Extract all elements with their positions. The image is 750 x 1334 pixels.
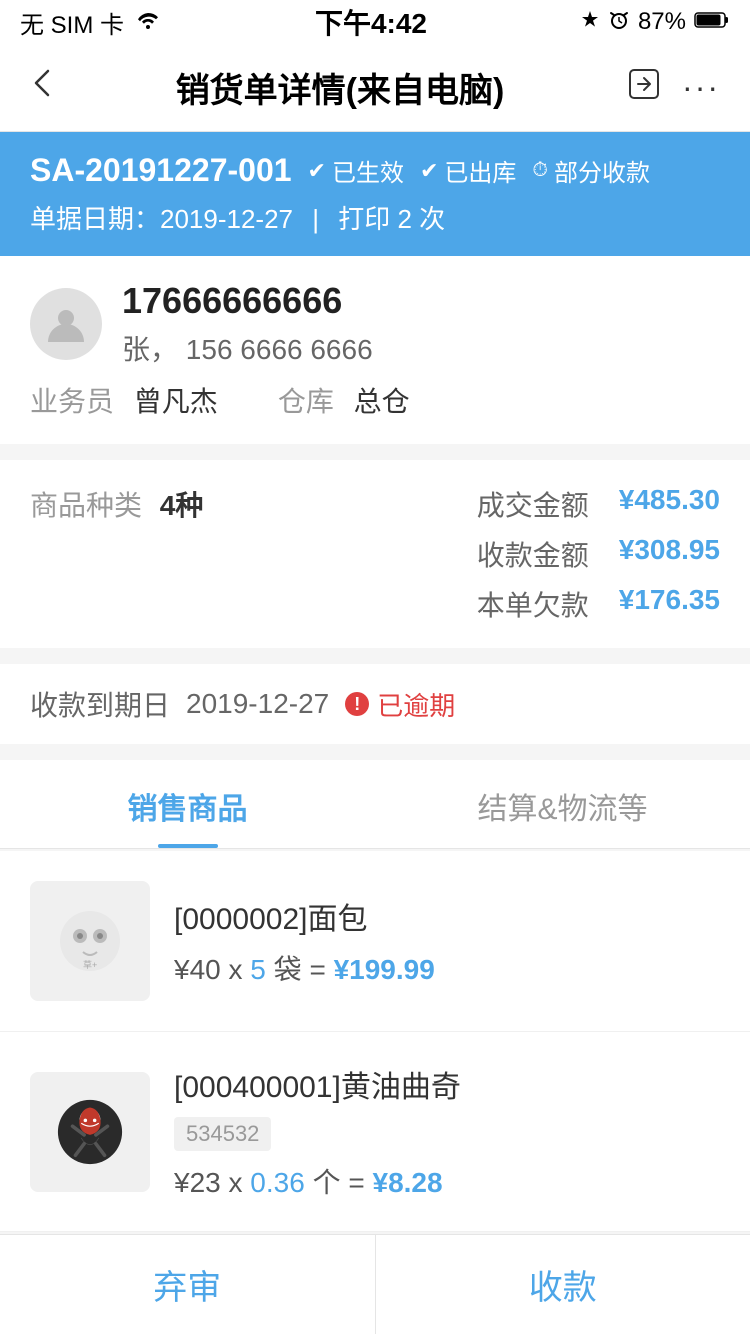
due-date-value: 2019-12-27: [186, 688, 329, 720]
product-price-bread: ¥40 x 5 袋 = ¥199.99: [174, 948, 720, 988]
status-bar-time: 下午4:42: [315, 2, 427, 42]
svg-text:草+: 草+: [83, 959, 97, 970]
customer-meta: 业务员 曾凡杰 仓库 总仓: [30, 380, 720, 420]
wifi-icon: [134, 8, 162, 36]
debt-amount-row: 本单欠款 ¥176.35: [477, 584, 720, 624]
tabs-section: 销售商品 结算&物流等: [0, 760, 750, 849]
order-banner: SA-20191227-001 ✔ 已生效 ✔ 已出库 ⏱ 部分收款 单据日期：…: [0, 132, 750, 256]
battery-icon: [694, 8, 730, 36]
product-info-bread: [0000002]面包 ¥40 x 5 袋 = ¥199.99: [174, 894, 720, 988]
product-image-cookie: [30, 1072, 150, 1192]
financial-stats: 成交金额 ¥485.30 收款金额 ¥308.95 本单欠款 ¥176.35: [477, 484, 720, 624]
share-button[interactable]: [626, 66, 662, 109]
status-bar-right: 87%: [580, 8, 730, 37]
overdue-badge: ! 已逾期: [345, 686, 455, 723]
battery-label: 87%: [638, 8, 686, 36]
alarm-icon: [608, 8, 630, 37]
status-bar: 无 SIM 卡 下午4:42 87%: [0, 0, 750, 44]
back-button[interactable]: [30, 63, 54, 112]
more-button[interactable]: ···: [682, 69, 720, 106]
cancel-audit-button[interactable]: 弃审: [0, 1235, 376, 1334]
overdue-label: 已逾期: [377, 686, 455, 723]
due-date-label: 收款到期日: [30, 684, 170, 724]
avatar: [30, 288, 102, 360]
page-title: 销货单详情(来自电脑): [176, 63, 505, 112]
nav-bar: 销货单详情(来自电脑) ···: [0, 44, 750, 132]
tab-settlement[interactable]: 结算&物流等: [375, 760, 750, 848]
customer-name: 17666666666: [122, 280, 373, 322]
product-kinds: 商品种类 4种: [30, 484, 203, 524]
product-image-bread: 草+: [30, 881, 150, 1001]
collect-payment-button[interactable]: 收款: [376, 1235, 750, 1334]
status-bar-left: 无 SIM 卡: [20, 5, 162, 40]
overdue-dot-icon: !: [345, 692, 369, 716]
product-info-cookie: [000400001]黄油曲奇 534532 ¥23 x 0.36 个 = ¥8…: [174, 1062, 720, 1201]
received-amount-row: 收款金额 ¥308.95: [477, 534, 720, 574]
status-shipped: ✔ 已出库: [420, 153, 516, 188]
location-icon: [580, 8, 600, 36]
customer-id-info: 17666666666 张， 156 6666 6666: [122, 280, 373, 368]
stats-section: 商品种类 4种 成交金额 ¥485.30 收款金额 ¥308.95 本单欠款 ¥…: [0, 460, 750, 648]
order-id: SA-20191227-001: [30, 152, 292, 189]
customer-phone: 张， 156 6666 6666: [122, 328, 373, 368]
transaction-amount-row: 成交金额 ¥485.30: [477, 484, 720, 524]
product-name-cookie: [000400001]黄油曲奇: [174, 1062, 720, 1106]
sales-rep: 业务员 曾凡杰: [30, 380, 218, 420]
product-sku-cookie: 534532: [174, 1117, 271, 1151]
product-name-bread: [0000002]面包: [174, 894, 720, 938]
tab-products[interactable]: 销售商品: [0, 760, 375, 848]
status-effective: ✔ 已生效: [308, 153, 404, 188]
product-list: 草+ [0000002]面包 ¥40 x 5 袋 = ¥199.99: [0, 851, 750, 1232]
list-item: 草+ [0000002]面包 ¥40 x 5 袋 = ¥199.99: [0, 851, 750, 1032]
list-item: [000400001]黄油曲奇 534532 ¥23 x 0.36 个 = ¥8…: [0, 1032, 750, 1232]
carrier-label: 无 SIM 卡: [20, 5, 124, 40]
due-date-section: 收款到期日 2019-12-27 ! 已逾期: [0, 664, 750, 744]
customer-section: 17666666666 张， 156 6666 6666 业务员 曾凡杰 仓库 …: [0, 256, 750, 444]
product-price-cookie: ¥23 x 0.36 个 = ¥8.28: [174, 1161, 720, 1201]
order-meta: 单据日期：2019-12-27 | 打印 2 次: [30, 199, 720, 236]
nav-icons: ···: [626, 66, 720, 109]
warehouse: 仓库 总仓: [278, 380, 410, 420]
customer-top: 17666666666 张， 156 6666 6666: [30, 280, 720, 368]
status-partial-payment: ⏱ 部分收款: [532, 153, 650, 188]
bottom-bar: 弃审 收款: [0, 1234, 750, 1334]
